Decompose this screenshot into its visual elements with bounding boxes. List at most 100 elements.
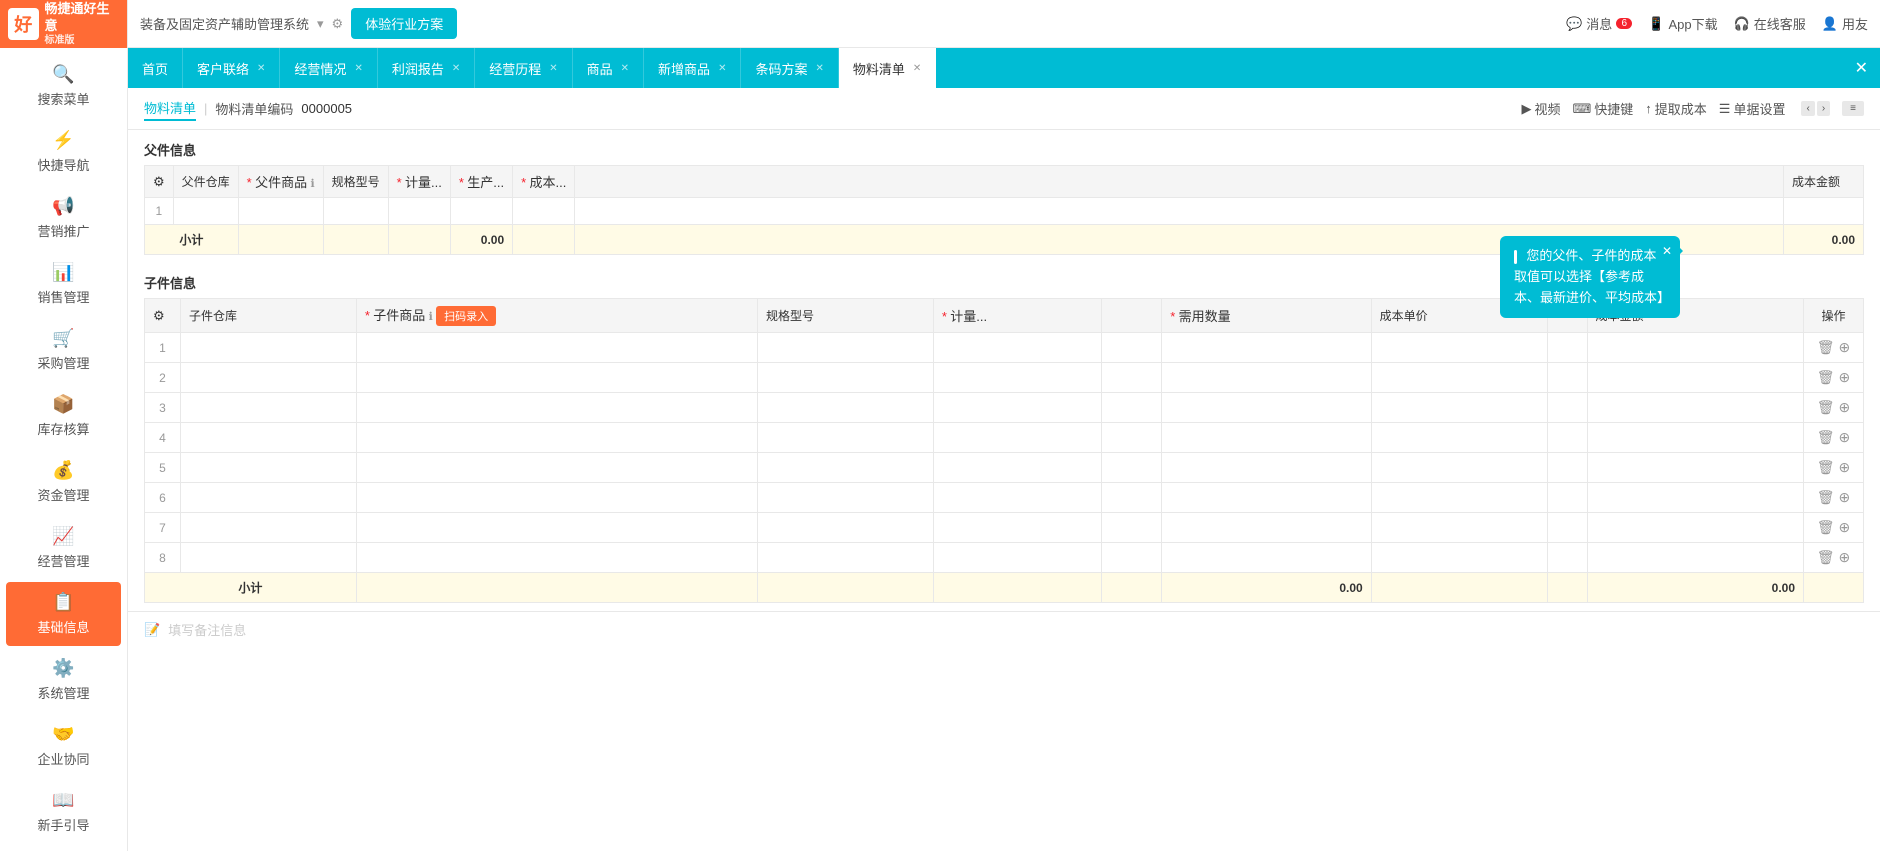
prev-arrow[interactable]: ‹: [1801, 101, 1814, 116]
tab-new-product[interactable]: 新增商品 ✕: [644, 48, 741, 88]
cell-parent-product[interactable]: [238, 198, 323, 225]
sidebar-item-inventory[interactable]: 📦 库存核算: [6, 384, 121, 448]
child-settings-gear-icon[interactable]: ⚙: [153, 308, 165, 323]
cell-cost[interactable]: [513, 198, 575, 225]
tab-barcode-label: 条码方案: [755, 59, 807, 78]
delete-icon[interactable]: 🗑: [1817, 369, 1835, 386]
tab-customer[interactable]: 客户联络 ✕: [183, 48, 280, 88]
cell-required-qty-1[interactable]: [1162, 333, 1371, 363]
sub-tab-bom-list[interactable]: 物料清单: [144, 96, 196, 121]
user-item[interactable]: 👤 用友: [1822, 14, 1868, 33]
sidebar-item-system[interactable]: ⚙️ 系统管理: [6, 648, 121, 712]
tooltip-close-button[interactable]: ✕: [1662, 242, 1672, 261]
main-content: 装备及固定资产辅助管理系统 ▾ ⚙ 体验行业方案 💬 消息 6 📱 App下载 …: [128, 0, 1880, 851]
close-icon[interactable]: ✕: [718, 63, 726, 74]
th-production: * 生产...: [450, 166, 512, 198]
sidebar-item-label: 快捷导航: [37, 155, 89, 174]
sidebar-items: 🔍 搜索菜单 ⚡ 快捷导航 📢 营销推广 📊 销售管理 🛒 采购管理 📦 库存核…: [0, 48, 127, 851]
copy-icon[interactable]: ⊕: [1839, 399, 1851, 416]
close-icon[interactable]: ✕: [354, 63, 362, 74]
close-icon[interactable]: ✕: [257, 63, 265, 74]
top-header: 装备及固定资产辅助管理系统 ▾ ⚙ 体验行业方案 💬 消息 6 📱 App下载 …: [128, 0, 1880, 48]
copy-icon[interactable]: ⊕: [1839, 489, 1851, 506]
delete-icon[interactable]: 🗑: [1817, 459, 1835, 476]
sidebar-item-enterprise[interactable]: 🤝 企业协同: [6, 714, 121, 778]
sidebar-item-finance[interactable]: 💰 资金管理: [6, 450, 121, 514]
cell-child-qty-1[interactable]: [933, 333, 1101, 363]
copy-icon[interactable]: ⊕: [1839, 549, 1851, 566]
delete-icon[interactable]: 🗑: [1817, 399, 1835, 416]
note-placeholder[interactable]: 填写备注信息: [168, 620, 246, 639]
view-label: 视频: [1534, 99, 1560, 118]
sidebar-item-label: 销售管理: [37, 287, 89, 306]
close-all-tabs[interactable]: ✕: [1843, 58, 1880, 78]
cell-child-product-1[interactable]: [356, 333, 757, 363]
gear-icon: ⚙️: [52, 658, 74, 679]
close-icon[interactable]: ✕: [549, 63, 557, 74]
sidebar-item-basic-info[interactable]: 📋 基础信息: [6, 582, 121, 646]
sidebar-item-purchase[interactable]: 🛒 采购管理: [6, 318, 121, 382]
list-view-btn[interactable]: ≡: [1842, 101, 1864, 116]
delete-icon[interactable]: 🗑: [1817, 429, 1835, 446]
copy-icon[interactable]: ⊕: [1839, 339, 1851, 356]
nav-tabs: 首页 客户联络 ✕ 经营情况 ✕ 利润报告 ✕ 经营历程 ✕ 商品 ✕ 新增商品…: [128, 48, 1880, 88]
cell-quantity[interactable]: [388, 198, 450, 225]
extract-cost-action[interactable]: ↑ 提取成本: [1645, 99, 1707, 118]
delete-icon[interactable]: 🗑: [1817, 519, 1835, 536]
delete-icon[interactable]: 🗑: [1817, 339, 1835, 356]
shortcut-action[interactable]: ⌨ 快捷键: [1573, 99, 1634, 118]
row-num-6: 6: [145, 483, 181, 513]
tab-product[interactable]: 商品 ✕: [573, 48, 644, 88]
sidebar-item-search[interactable]: 🔍 搜索菜单: [6, 54, 121, 118]
settings-gear-icon[interactable]: ⚙: [153, 174, 165, 189]
sidebar-item-operations[interactable]: 📈 经营管理: [6, 516, 121, 580]
cell-spec[interactable]: [323, 198, 388, 225]
scan-button[interactable]: 扫码录入: [436, 306, 496, 326]
tab-barcode[interactable]: 条码方案 ✕: [741, 48, 838, 88]
message-badge: 6: [1616, 18, 1632, 29]
message-item[interactable]: 💬 消息 6: [1566, 14, 1632, 33]
view-action[interactable]: ▶ 视频: [1521, 99, 1560, 118]
sub-tab-bom-code[interactable]: 物料清单编码: [215, 97, 293, 120]
cell-spacer: [575, 198, 1784, 225]
tab-bom[interactable]: 物料清单 ✕: [839, 48, 936, 88]
close-icon[interactable]: ✕: [913, 63, 921, 74]
cell-unit-cost-1[interactable]: [1371, 333, 1547, 363]
gear-settings-icon[interactable]: ⚙: [332, 16, 344, 32]
tab-new-product-label: 新增商品: [658, 59, 710, 78]
tooltip-text: 您的父件、子件的成本取值可以选择【参考成本、最新进价、平均成本】: [1514, 248, 1670, 305]
parent-section-title: 父件信息: [144, 130, 1864, 165]
cell-child-warehouse-1[interactable]: [181, 333, 357, 363]
chevron-down-icon[interactable]: ▾: [317, 16, 324, 32]
nav-arrows: ‹ ›: [1801, 101, 1830, 116]
close-icon[interactable]: ✕: [452, 63, 460, 74]
sidebar-item-quick-nav[interactable]: ⚡ 快捷导航: [6, 120, 121, 184]
system-title: 装备及固定资产辅助管理系统: [140, 14, 309, 33]
th-cost: * 成本...: [513, 166, 575, 198]
tab-profit[interactable]: 利润报告 ✕: [378, 48, 475, 88]
app-download-item[interactable]: 📱 App下载: [1648, 14, 1717, 33]
tab-history[interactable]: 经营历程 ✕: [475, 48, 572, 88]
cell-parent-warehouse[interactable]: [173, 198, 238, 225]
single-settings-action[interactable]: ☰ 单据设置: [1719, 99, 1786, 118]
tab-home[interactable]: 首页: [128, 48, 183, 88]
copy-icon[interactable]: ⊕: [1839, 429, 1851, 446]
close-icon[interactable]: ✕: [621, 63, 629, 74]
copy-icon[interactable]: ⊕: [1839, 519, 1851, 536]
online-service-item[interactable]: 🎧 在线客服: [1734, 14, 1806, 33]
tab-operations[interactable]: 经营情况 ✕: [280, 48, 377, 88]
sidebar-item-guide[interactable]: 📖 新手引导: [6, 780, 121, 844]
copy-icon[interactable]: ⊕: [1839, 369, 1851, 386]
cell-production[interactable]: [450, 198, 512, 225]
sidebar-item-sales[interactable]: 📊 销售管理: [6, 252, 121, 316]
app-logo: 好 畅捷通好生意 标准版: [0, 0, 127, 48]
cell-child-spec-1[interactable]: [758, 333, 934, 363]
copy-icon[interactable]: ⊕: [1839, 459, 1851, 476]
sidebar-item-marketing[interactable]: 📢 营销推广: [6, 186, 121, 250]
extract-cost-label: 提取成本: [1655, 99, 1707, 118]
close-icon[interactable]: ✕: [815, 63, 823, 74]
delete-icon[interactable]: 🗑: [1817, 549, 1835, 566]
delete-icon[interactable]: 🗑: [1817, 489, 1835, 506]
next-arrow[interactable]: ›: [1817, 101, 1830, 116]
trial-button[interactable]: 体验行业方案: [351, 8, 457, 39]
